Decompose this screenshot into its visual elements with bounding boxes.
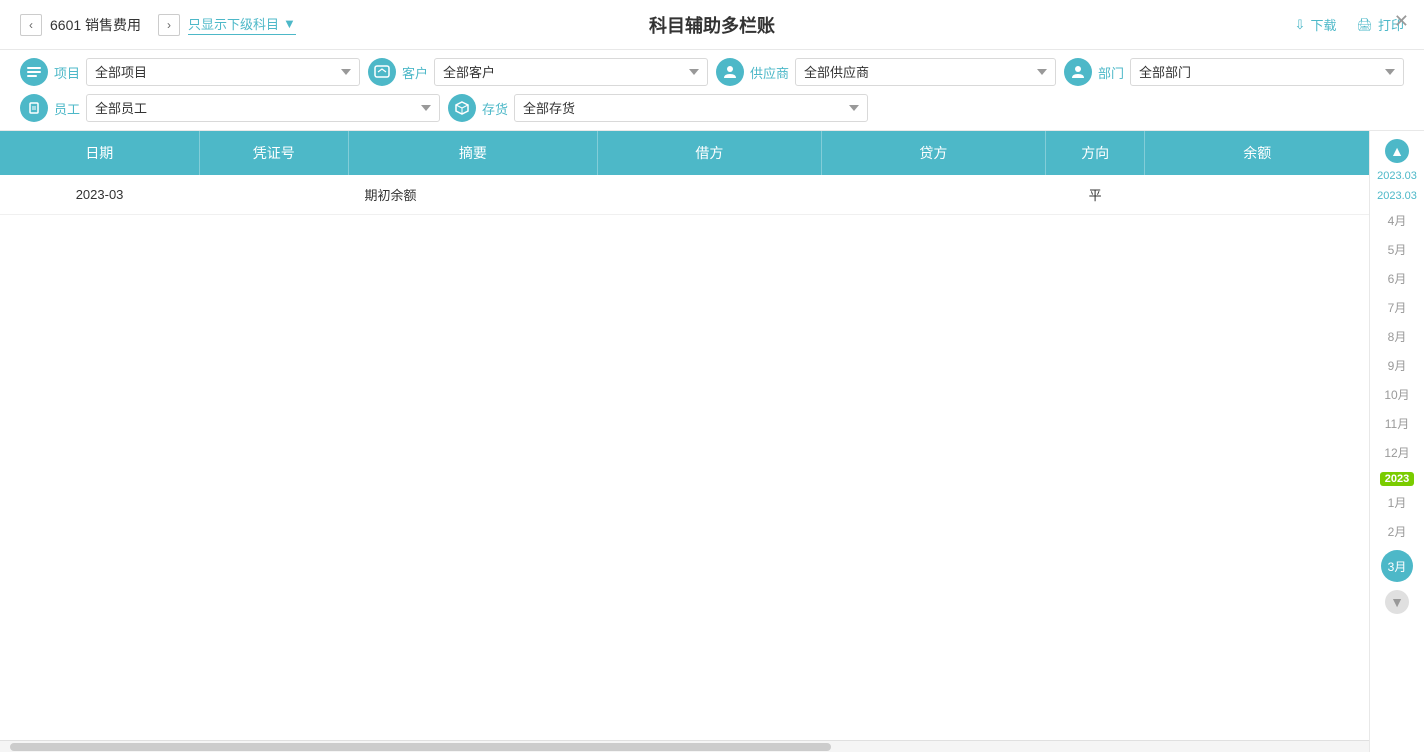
sidebar-date-top-2[interactable]: 2023.03 <box>1375 186 1419 206</box>
main-content: 日期 凭证号 摘要 借方 贷方 方向 余额 2023-03 <box>0 131 1369 752</box>
customer-filter: 客户 全部客户 <box>368 58 708 86</box>
cell-date: 2023-03 <box>0 175 199 215</box>
project-icon <box>20 58 48 86</box>
department-icon <box>1064 58 1092 86</box>
inventory-filter: 存货 全部存货 <box>448 94 868 122</box>
customer-select[interactable]: 全部客户 <box>434 58 708 86</box>
print-icon: 🖨 <box>1356 17 1373 33</box>
title-bar: ‹ 6601 销售费用 › 只显示下级科目 ▼ 科目辅助多栏账 ⇩ 下载 🖨 打… <box>0 0 1424 50</box>
supplier-label: 供应商 <box>750 63 789 82</box>
next-account-button[interactable]: › <box>158 14 180 36</box>
sidebar-month-10[interactable]: 10月 <box>1370 380 1424 409</box>
cell-credit <box>821 175 1045 215</box>
show-sub-accounts-dropdown[interactable]: 只显示下级科目 ▼ <box>188 14 296 35</box>
sidebar-month-4[interactable]: 4月 <box>1370 206 1424 235</box>
right-sidebar: ▲ 2023.03 2023.03 4月 5月 6月 7月 8月 9月 10月 … <box>1369 131 1424 752</box>
sidebar-month-6[interactable]: 6月 <box>1370 264 1424 293</box>
cell-summary: 期初余额 <box>348 175 597 215</box>
customer-icon <box>368 58 396 86</box>
sidebar-month-2[interactable]: 2月 <box>1370 517 1424 546</box>
sidebar-month-12[interactable]: 12月 <box>1370 438 1424 467</box>
scrollbar-thumb <box>10 743 831 751</box>
cell-balance <box>1145 175 1369 215</box>
account-code: 6601 销售费用 <box>50 15 150 35</box>
sidebar-date-top-1[interactable]: 2023.03 <box>1375 166 1419 186</box>
close-button[interactable]: ✕ <box>1394 12 1409 30</box>
table-wrapper[interactable]: 日期 凭证号 摘要 借方 贷方 方向 余额 2023-03 <box>0 131 1369 740</box>
main-window: ‹ 6601 销售费用 › 只显示下级科目 ▼ 科目辅助多栏账 ⇩ 下载 🖨 打… <box>0 0 1424 752</box>
employee-filter: 员工 全部员工 <box>20 94 440 122</box>
sidebar-month-3-active[interactable]: 3月 <box>1381 550 1413 582</box>
download-button[interactable]: ⇩ 下载 <box>1295 15 1337 34</box>
cell-voucher <box>199 175 348 215</box>
department-filter: 部门 全部部门 <box>1064 58 1404 86</box>
sidebar-month-5[interactable]: 5月 <box>1370 235 1424 264</box>
col-date: 日期 <box>0 131 199 175</box>
sidebar-scroll-up-button[interactable]: ▲ <box>1385 139 1409 163</box>
employee-icon <box>20 94 48 122</box>
sidebar-month-8[interactable]: 8月 <box>1370 322 1424 351</box>
department-label: 部门 <box>1098 63 1124 82</box>
page-title: 科目辅助多栏账 <box>649 12 775 38</box>
department-select[interactable]: 全部部门 <box>1130 58 1404 86</box>
inventory-label: 存货 <box>482 99 508 118</box>
project-select[interactable]: 全部项目 <box>86 58 360 86</box>
supplier-select[interactable]: 全部供应商 <box>795 58 1056 86</box>
sidebar-month-7[interactable]: 7月 <box>1370 293 1424 322</box>
inventory-icon <box>448 94 476 122</box>
sidebar-month-9[interactable]: 9月 <box>1370 351 1424 380</box>
cell-debit <box>597 175 821 215</box>
project-filter: 项目 全部项目 <box>20 58 360 86</box>
year-badge[interactable]: 2023 <box>1380 472 1414 486</box>
horizontal-scrollbar[interactable] <box>0 740 1369 752</box>
col-direction: 方向 <box>1045 131 1145 175</box>
cell-direction: 平 <box>1045 175 1145 215</box>
customer-label: 客户 <box>402 63 428 82</box>
col-credit: 贷方 <box>821 131 1045 175</box>
ledger-table: 日期 凭证号 摘要 借方 贷方 方向 余额 2023-03 <box>0 131 1369 215</box>
title-bar-left: ‹ 6601 销售费用 › 只显示下级科目 ▼ <box>20 14 296 36</box>
filter-bar: 项目 全部项目 客户 全部客户 <box>0 50 1424 131</box>
table-row[interactable]: 2023-03 期初余额 平 <box>0 175 1369 215</box>
sidebar-month-11[interactable]: 11月 <box>1370 409 1424 438</box>
project-label: 项目 <box>54 63 80 82</box>
sidebar-scroll-down-button[interactable]: ▼ <box>1385 590 1409 614</box>
supplier-icon <box>716 58 744 86</box>
download-icon: ⇩ <box>1295 17 1306 33</box>
title-bar-right: ⇩ 下载 🖨 打印 <box>1295 15 1404 34</box>
inventory-select[interactable]: 全部存货 <box>514 94 868 122</box>
supplier-filter: 供应商 全部供应商 <box>716 58 1056 86</box>
prev-account-button[interactable]: ‹ <box>20 14 42 36</box>
employee-label: 员工 <box>54 99 80 118</box>
sidebar-month-1[interactable]: 1月 <box>1370 488 1424 517</box>
col-balance: 余额 <box>1145 131 1369 175</box>
col-voucher: 凭证号 <box>199 131 348 175</box>
col-summary: 摘要 <box>348 131 597 175</box>
employee-select[interactable]: 全部员工 <box>86 94 440 122</box>
col-debit: 借方 <box>597 131 821 175</box>
